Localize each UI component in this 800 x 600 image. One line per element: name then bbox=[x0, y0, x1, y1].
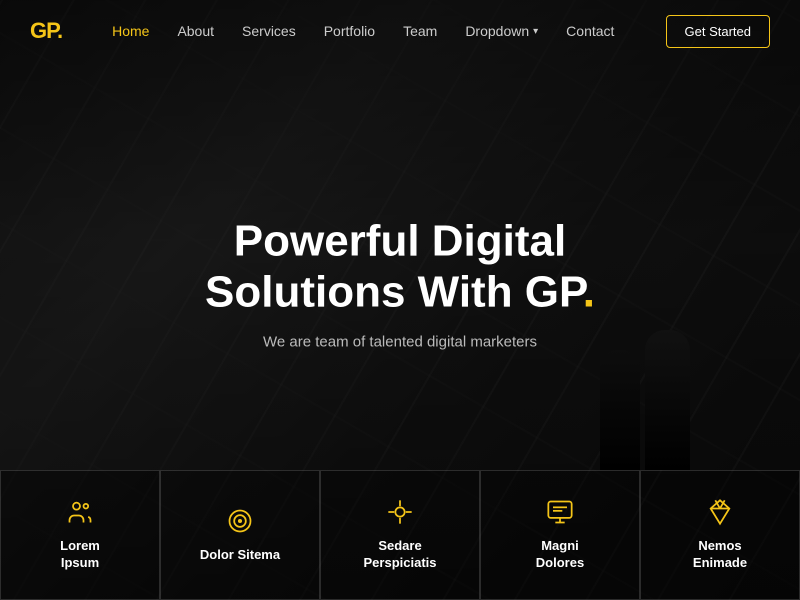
hero-section: GP. Home About Services Portfolio Team D… bbox=[0, 0, 800, 600]
logo-text: GP bbox=[30, 18, 57, 43]
feature-card-sedare-perspiciatis[interactable]: SedarePerspiciatis bbox=[320, 470, 480, 600]
logo-dot: . bbox=[57, 18, 62, 43]
card-label-sedare-perspiciatis: SedarePerspiciatis bbox=[364, 538, 437, 572]
get-started-button[interactable]: Get Started bbox=[666, 15, 770, 48]
nav-services[interactable]: Services bbox=[242, 23, 296, 39]
people-icon bbox=[66, 498, 94, 530]
brand-logo[interactable]: GP. bbox=[30, 18, 62, 44]
nav-portfolio[interactable]: Portfolio bbox=[324, 23, 375, 39]
hero-content: Powerful Digital Solutions With GP. We a… bbox=[120, 216, 680, 390]
card-label-dolor-sitema: Dolor Sitema bbox=[200, 547, 280, 564]
target-icon bbox=[226, 507, 254, 539]
nav-links: Home About Services Portfolio Team Dropd… bbox=[112, 23, 665, 39]
crosshair-icon bbox=[386, 498, 414, 530]
hero-title: Powerful Digital Solutions With GP. bbox=[120, 216, 680, 317]
nav-contact[interactable]: Contact bbox=[566, 23, 614, 39]
feature-cards: LoremIpsum Dolor Sitema bbox=[0, 470, 800, 600]
nav-about[interactable]: About bbox=[177, 23, 214, 39]
card-label-lorem-ipsum: LoremIpsum bbox=[60, 538, 100, 572]
nav-dropdown[interactable]: Dropdown ▾ bbox=[465, 23, 538, 39]
feature-card-magni-dolores[interactable]: MagniDolores bbox=[480, 470, 640, 600]
diamond-icon bbox=[706, 498, 734, 530]
chevron-down-icon: ▾ bbox=[533, 26, 538, 37]
card-label-nemos-enimade: NemosEnimade bbox=[693, 538, 747, 572]
feature-card-nemos-enimade[interactable]: NemosEnimade bbox=[640, 470, 800, 600]
navbar: GP. Home About Services Portfolio Team D… bbox=[0, 0, 800, 62]
nav-home[interactable]: Home bbox=[112, 23, 149, 39]
feature-card-dolor-sitema[interactable]: Dolor Sitema bbox=[160, 470, 320, 600]
card-label-magni-dolores: MagniDolores bbox=[536, 538, 584, 572]
feature-card-lorem-ipsum[interactable]: LoremIpsum bbox=[0, 470, 160, 600]
nav-team[interactable]: Team bbox=[403, 23, 437, 39]
hero-subtitle: We are team of talented digital marketer… bbox=[120, 334, 680, 351]
monitor-icon bbox=[546, 498, 574, 530]
